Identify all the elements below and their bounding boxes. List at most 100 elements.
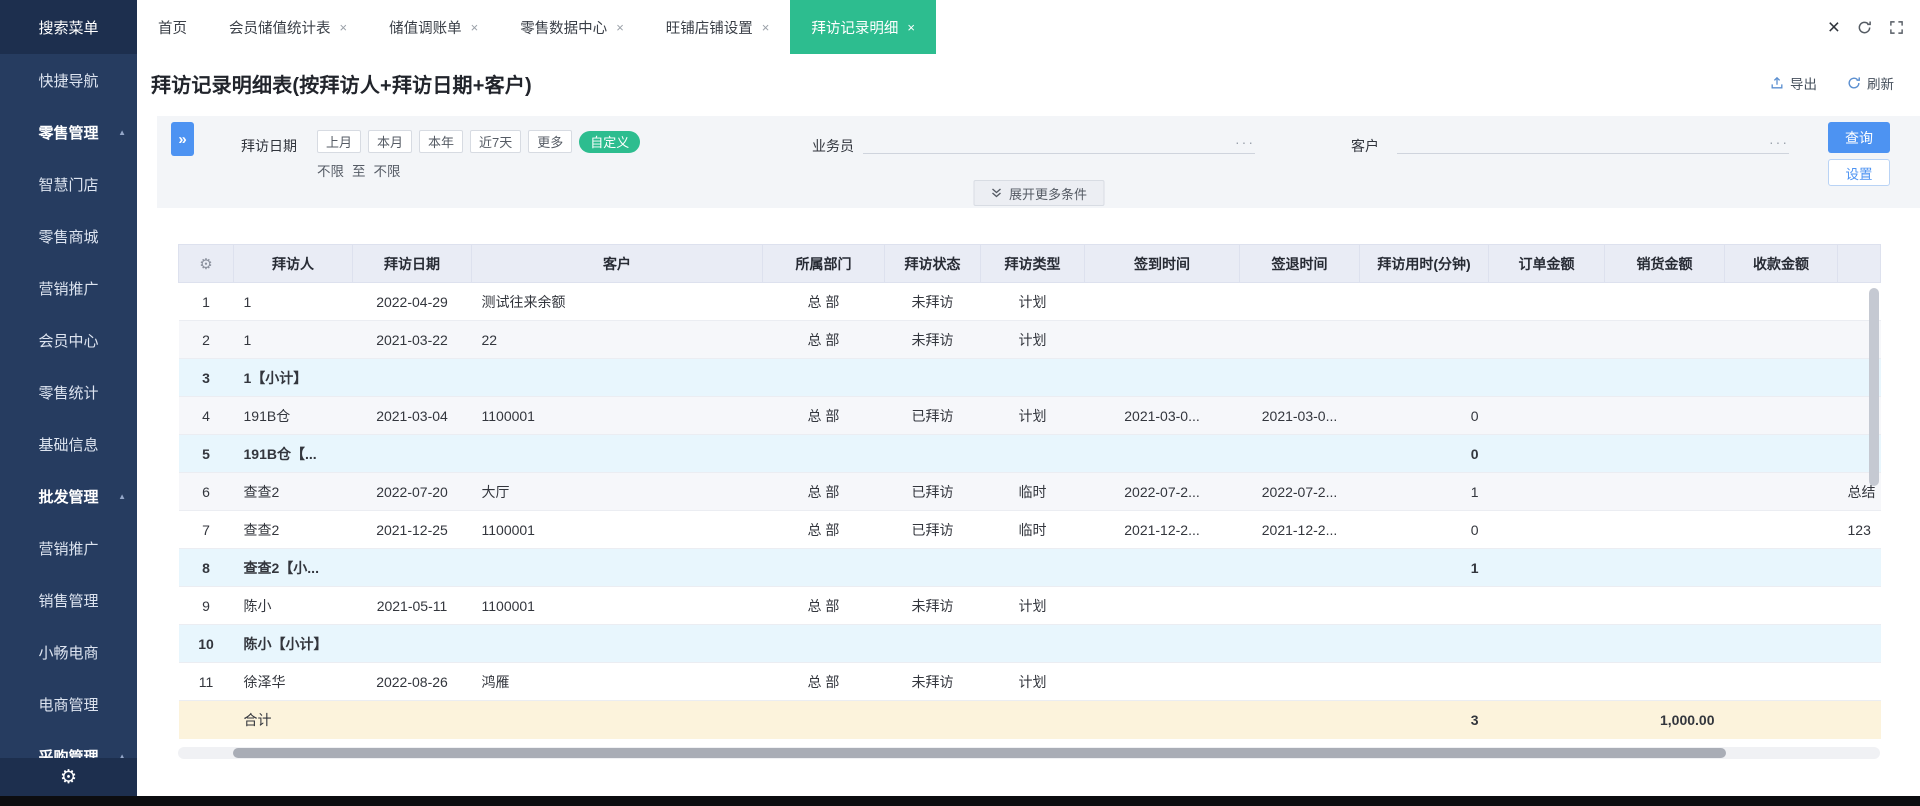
column-header[interactable]: 拜访日期 [352,244,472,283]
table-cell: 22 [471,320,763,359]
tab-close-icon[interactable]: × [471,20,479,35]
table-cell [1084,548,1240,587]
table-cell: 2022-07-20 [352,472,472,511]
query-button[interactable]: 查询 [1828,122,1890,153]
customer-field: ··· [1397,126,1789,154]
refresh-button[interactable]: 刷新 [1847,73,1894,93]
tab-item[interactable]: 旺铺店铺设置 × [645,0,791,54]
fullscreen-icon[interactable] [1889,20,1904,35]
vertical-scrollbar[interactable] [1869,288,1879,486]
close-all-icon[interactable]: × [1828,17,1840,38]
table-cell [352,358,472,397]
table-cell [1488,472,1605,511]
column-header[interactable]: 签退时间 [1239,244,1360,283]
sidebar-item[interactable]: 营销推广 [0,262,137,314]
table-row[interactable]: 7 查查2 2021-12-25 1100001 总 部已拜访 临时 2021-12-2..… [178,510,1881,549]
quick-range-button[interactable]: 本月 [368,130,413,153]
sidebar-item[interactable]: 批发管理 ▲ [0,470,137,522]
horizontal-scrollbar-track[interactable] [178,746,1880,759]
column-header[interactable]: 客户 [471,244,763,283]
row-number-cell: 9 [178,586,234,625]
tab-close-icon[interactable]: × [616,20,624,35]
customer-input[interactable] [1397,129,1769,153]
table-row[interactable]: 2 1 2021-03-22 22 总 部未拜访 计划 [178,320,1881,359]
table-cell [1085,701,1240,739]
tab-close-icon[interactable]: × [762,20,770,35]
table-subtotal-row[interactable]: 10 陈小【小计】 [178,624,1881,663]
horizontal-scrollbar-thumb[interactable] [233,747,1726,758]
column-header[interactable]: 订单金额 [1488,244,1605,283]
sidebar-item[interactable]: 电商管理 [0,678,137,730]
sidebar-search-menu[interactable]: 搜索菜单 [0,0,137,54]
export-button[interactable]: 导出 [1770,73,1817,93]
column-header[interactable]: 签到时间 [1084,244,1240,283]
sidebar-item[interactable]: 智慧门店 [0,158,137,210]
collapse-filter-button[interactable]: » [171,122,194,156]
sidebar-settings-button[interactable]: ⚙ [0,758,137,796]
customer-picker-ellipsis[interactable]: ··· [1769,131,1789,153]
sidebar-item[interactable]: 营销推广 [0,522,137,574]
table-cell [352,434,472,473]
salesman-picker-ellipsis[interactable]: ··· [1235,131,1255,153]
table-cell [762,434,885,473]
table-row[interactable]: 6 查查2 2022-07-20 大厅总 部已拜访 临时 2022-07-2... 2022… [178,472,1881,511]
sidebar-item[interactable]: 小畅电商 [0,626,137,678]
column-header[interactable]: 拜访用时(分钟) [1359,244,1489,283]
range-from[interactable]: 不限 [317,160,344,180]
table-cell: 0 [1359,510,1489,549]
sidebar-item[interactable]: 快捷导航 [0,54,137,106]
table-cell [352,624,472,663]
table-cell [472,701,763,739]
range-to[interactable]: 不限 [374,160,401,180]
column-settings-header[interactable]: ⚙ [178,244,234,283]
settings-button[interactable]: 设置 [1828,159,1890,186]
table-subtotal-row[interactable]: 3 1【小计】 [178,358,1881,397]
column-header[interactable]: 收款金额 [1724,244,1838,283]
expand-more-conditions-button[interactable]: 展开更多条件 [972,180,1105,206]
salesman-label: 业务员 [812,138,854,154]
quick-range-button[interactable]: 近7天 [470,130,522,153]
column-header[interactable]: 拜访人 [233,244,353,283]
bottom-strip [0,796,1920,806]
column-header[interactable]: 所属部门 [762,244,885,283]
salesman-input[interactable] [863,129,1235,153]
table-row[interactable]: 1 1 2022-04-29 测试往来余额总 部未拜访 计划 [178,282,1881,321]
quick-range-button[interactable]: 更多 [528,130,573,153]
tab-label: 首页 [158,20,187,37]
tab-close-icon[interactable]: × [340,20,348,35]
table-cell: 3 [1470,711,1479,728]
tab-close-icon[interactable]: × [907,20,915,35]
sidebar-item-label: 营销推广 [38,280,99,298]
quick-range-button[interactable]: 上月 [317,130,362,153]
sidebar-item[interactable]: 会员中心 [0,314,137,366]
sidebar-item[interactable]: 零售统计 [0,366,137,418]
column-header[interactable]: 销货金额 [1604,244,1725,283]
row-number-cell: 2 [178,320,234,359]
table-total-row[interactable]: 合计 3 1,000.00 [178,700,1881,739]
table-cell [1488,434,1605,473]
table-subtotal-row[interactable]: 8 查查2【小... 1 [178,548,1881,587]
table-row[interactable]: 11 徐泽华 2022-08-26 鸿雁总 部未拜访 计划 [178,662,1881,701]
table-cell [884,358,981,397]
tab-item[interactable]: 储值调账单 × [368,0,499,54]
sidebar-item[interactable]: 销售管理 [0,574,137,626]
table-row[interactable]: 4 191B仓 2021-03-04 1100001 总 部已拜访 计划 2021-03-0… [178,396,1881,435]
refresh-tab-icon[interactable] [1857,20,1872,35]
column-header[interactable]: 拜访状态 [884,244,981,283]
sidebar-item[interactable]: 零售商城 [0,210,137,262]
table-row[interactable]: 9 陈小 2021-05-11 1100001 总 部未拜访 计划 [178,586,1881,625]
sidebar-item[interactable]: 零售管理 ▲ [0,106,137,158]
column-header[interactable] [1837,244,1881,283]
custom-range-button[interactable]: 自定义 [579,130,641,153]
column-header[interactable]: 拜访类型 [980,244,1085,283]
quick-range-button[interactable]: 本年 [419,130,464,153]
table-cell: 未拜访 [884,662,981,701]
tab-label: 会员储值统计表 [229,20,331,37]
sidebar-item[interactable]: 基础信息 [0,418,137,470]
tab-item[interactable]: 首页 [137,0,208,54]
table-subtotal-row[interactable]: 5 191B仓【... 0 [178,434,1881,473]
sidebar-item[interactable]: 采购管理 ▲ [0,730,137,759]
tab-item[interactable]: 零售数据中心 × [499,0,645,54]
tab-item[interactable]: 会员储值统计表 × [208,0,368,54]
tab-active[interactable]: 拜访记录明细 × [790,0,936,54]
